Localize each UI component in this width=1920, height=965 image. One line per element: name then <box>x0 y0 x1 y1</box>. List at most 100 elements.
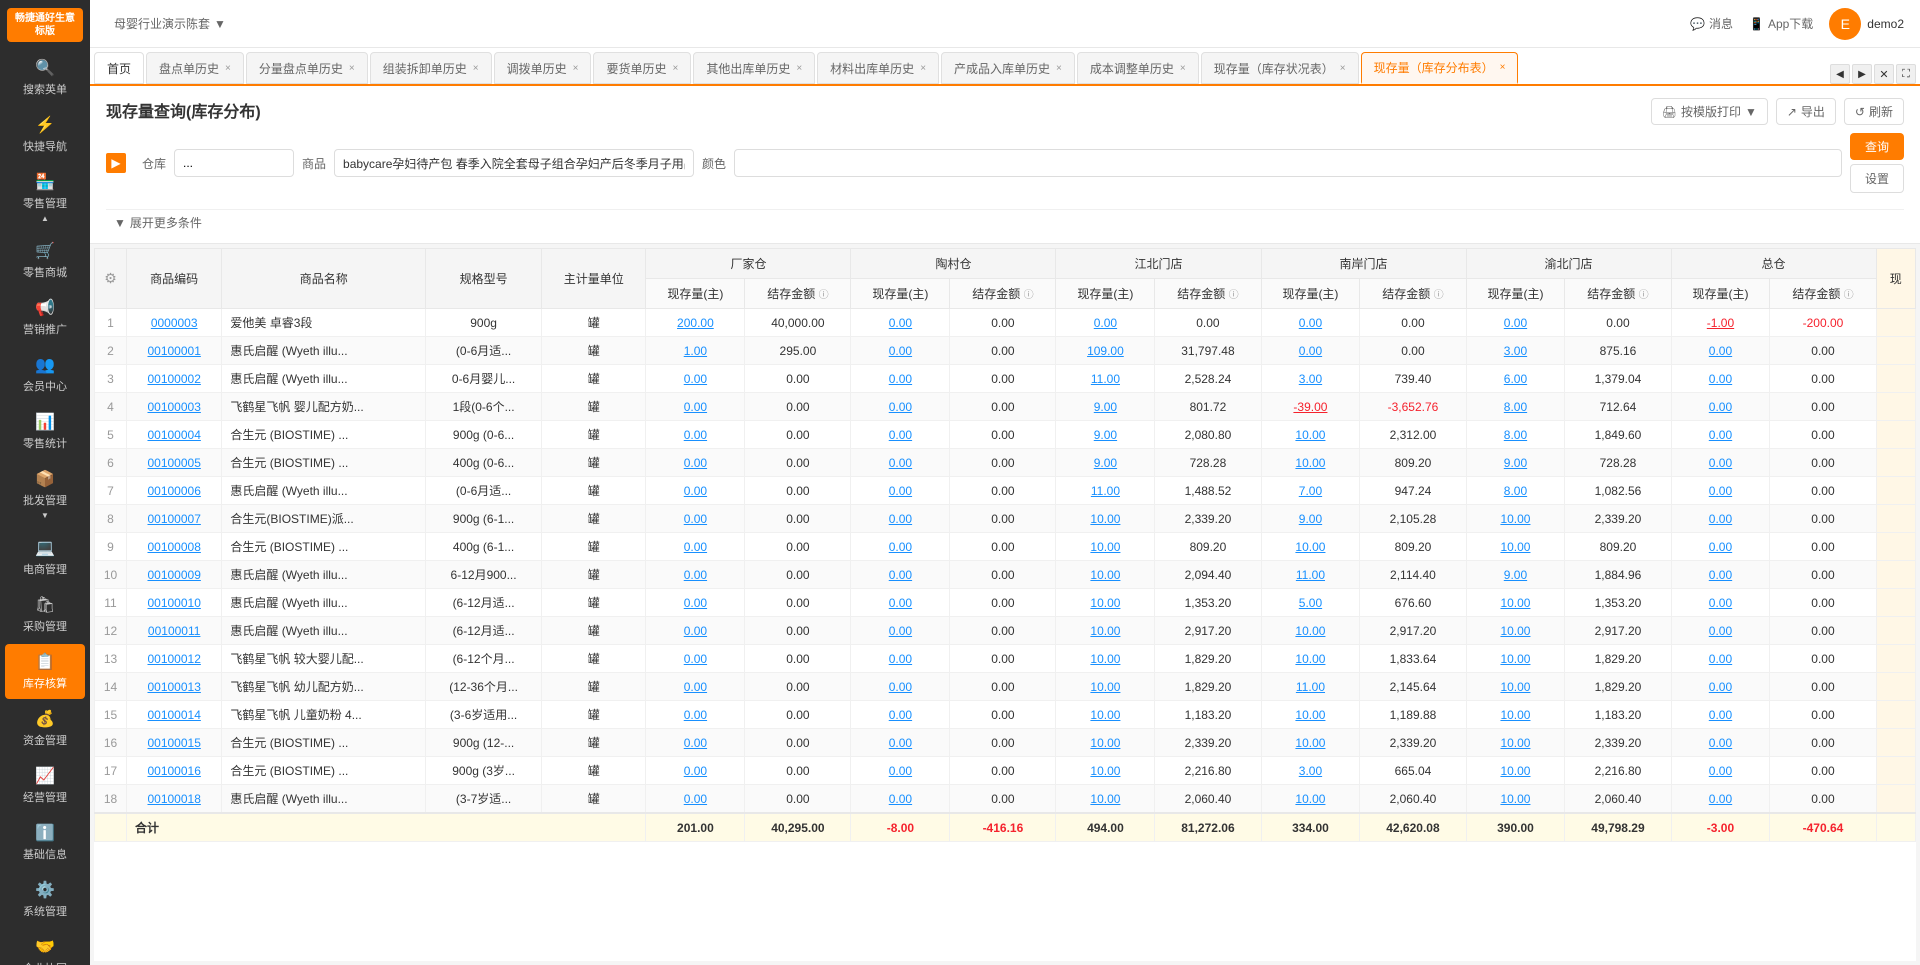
tc-stock[interactable]: 0.00 <box>851 561 950 589</box>
sidebar-item-search[interactable]: 🔍 搜索英单 <box>5 50 85 105</box>
na-stock[interactable]: 0.00 <box>1261 337 1360 365</box>
fg-stock[interactable]: 0.00 <box>646 617 745 645</box>
jb-stock[interactable]: 10.00 <box>1056 505 1155 533</box>
fg-stock[interactable]: 0.00 <box>646 561 745 589</box>
sidebar-item-collab[interactable]: 🤝 企业协同 <box>5 929 85 965</box>
tab-stockcount-history[interactable]: 盘点单历史 × <box>146 52 244 84</box>
na-stock[interactable]: 10.00 <box>1261 421 1360 449</box>
total-stock[interactable]: -1.00 <box>1671 309 1770 337</box>
tc-stock[interactable]: 0.00 <box>851 729 950 757</box>
tab-otherout-history[interactable]: 其他出库单历史 × <box>693 52 815 84</box>
na-stock[interactable]: 11.00 <box>1261 673 1360 701</box>
na-stock[interactable]: 0.00 <box>1261 309 1360 337</box>
yb-stock[interactable]: 10.00 <box>1466 729 1565 757</box>
tc-stock[interactable]: 0.00 <box>851 673 950 701</box>
tab-requisition-history[interactable]: 要货单历史 × <box>593 52 691 84</box>
sidebar-item-wholesale[interactable]: 📦 批发管理 ▼ <box>5 461 85 528</box>
jb-stock[interactable]: 10.00 <box>1056 645 1155 673</box>
tab-close-icon[interactable]: × <box>573 63 579 74</box>
jb-stock[interactable]: 9.00 <box>1056 449 1155 477</box>
jb-stock[interactable]: 10.00 <box>1056 533 1155 561</box>
query-btn[interactable]: 查询 <box>1850 133 1904 160</box>
na-stock[interactable]: 10.00 <box>1261 645 1360 673</box>
color-input[interactable] <box>734 149 1842 177</box>
yb-stock[interactable]: 10.00 <box>1466 533 1565 561</box>
fg-stock[interactable]: 0.00 <box>646 589 745 617</box>
total-stock[interactable]: 0.00 <box>1671 477 1770 505</box>
total-stock[interactable]: 0.00 <box>1671 393 1770 421</box>
product-code[interactable]: 00100016 <box>127 757 222 785</box>
total-stock[interactable]: 0.00 <box>1671 673 1770 701</box>
warehouse-input[interactable] <box>174 149 294 177</box>
jb-stock[interactable]: 10.00 <box>1056 729 1155 757</box>
fg-stock[interactable]: 1.00 <box>646 337 745 365</box>
fg-stock[interactable]: 200.00 <box>646 309 745 337</box>
yb-stock[interactable]: 10.00 <box>1466 785 1565 814</box>
filter-expand-btn[interactable]: ▶ <box>106 153 126 173</box>
jb-stock[interactable]: 9.00 <box>1056 393 1155 421</box>
jb-stock[interactable]: 10.00 <box>1056 785 1155 814</box>
tc-stock[interactable]: 0.00 <box>851 477 950 505</box>
jb-stock[interactable]: 109.00 <box>1056 337 1155 365</box>
product-code[interactable]: 00100007 <box>127 505 222 533</box>
total-stock[interactable]: 0.00 <box>1671 729 1770 757</box>
sidebar-item-members[interactable]: 👥 会员中心 <box>5 347 85 402</box>
sidebar-item-marketing[interactable]: 📢 营销推广 <box>5 290 85 345</box>
product-code[interactable]: 00100002 <box>127 365 222 393</box>
tc-stock[interactable]: 0.00 <box>851 365 950 393</box>
fg-stock[interactable]: 0.00 <box>646 785 745 814</box>
jb-stock[interactable]: 10.00 <box>1056 589 1155 617</box>
total-stock[interactable]: 0.00 <box>1671 337 1770 365</box>
tab-close-icon[interactable]: × <box>672 63 678 74</box>
sidebar-item-quicknav[interactable]: ⚡ 快捷导航 <box>5 107 85 162</box>
tab-transfer-history[interactable]: 调拨单历史 × <box>494 52 592 84</box>
product-code[interactable]: 00100011 <box>127 617 222 645</box>
fg-stock[interactable]: 0.00 <box>646 365 745 393</box>
messages-btn[interactable]: 💬 消息 <box>1690 15 1733 32</box>
export-btn[interactable]: ↗ 导出 <box>1776 98 1836 125</box>
sidebar-item-stats[interactable]: 📊 零售统计 <box>5 404 85 459</box>
yb-stock[interactable]: 10.00 <box>1466 505 1565 533</box>
settings-btn[interactable]: 设置 <box>1850 164 1904 193</box>
na-stock[interactable]: 10.00 <box>1261 533 1360 561</box>
fg-stock[interactable]: 0.00 <box>646 449 745 477</box>
sidebar-item-purchase[interactable]: 🛍 采购管理 <box>5 587 85 642</box>
tc-stock[interactable]: 0.00 <box>851 421 950 449</box>
na-stock[interactable]: 5.00 <box>1261 589 1360 617</box>
sidebar-item-finance[interactable]: 💰 资金管理 <box>5 701 85 756</box>
na-stock[interactable]: 10.00 <box>1261 449 1360 477</box>
jb-stock[interactable]: 11.00 <box>1056 365 1155 393</box>
yb-stock[interactable]: 0.00 <box>1466 309 1565 337</box>
sidebar-item-basic[interactable]: ℹ️ 基础信息 <box>5 815 85 870</box>
print-btn[interactable]: 🖨 按模版打印 ▼ <box>1651 98 1768 125</box>
total-stock[interactable]: 0.00 <box>1671 757 1770 785</box>
yb-stock[interactable]: 10.00 <box>1466 757 1565 785</box>
tc-stock[interactable]: 0.00 <box>851 589 950 617</box>
yb-stock[interactable]: 10.00 <box>1466 617 1565 645</box>
tab-close-icon[interactable]: × <box>1500 62 1506 73</box>
na-stock[interactable]: 3.00 <box>1261 365 1360 393</box>
product-code[interactable]: 00100009 <box>127 561 222 589</box>
total-stock[interactable]: 0.00 <box>1671 561 1770 589</box>
yb-stock[interactable]: 3.00 <box>1466 337 1565 365</box>
na-stock[interactable]: 11.00 <box>1261 561 1360 589</box>
yb-stock[interactable]: 8.00 <box>1466 477 1565 505</box>
tc-stock[interactable]: 0.00 <box>851 449 950 477</box>
product-code[interactable]: 00100015 <box>127 729 222 757</box>
yb-stock[interactable]: 10.00 <box>1466 589 1565 617</box>
yb-stock[interactable]: 9.00 <box>1466 561 1565 589</box>
yb-stock[interactable]: 6.00 <box>1466 365 1565 393</box>
tab-home[interactable]: 首页 <box>94 52 144 84</box>
fg-stock[interactable]: 0.00 <box>646 701 745 729</box>
fg-stock[interactable]: 0.00 <box>646 757 745 785</box>
total-stock[interactable]: 0.00 <box>1671 589 1770 617</box>
fg-stock[interactable]: 0.00 <box>646 533 745 561</box>
refresh-btn[interactable]: ↺ 刷新 <box>1844 98 1904 125</box>
tc-stock[interactable]: 0.00 <box>851 701 950 729</box>
product-code[interactable]: 00100005 <box>127 449 222 477</box>
yb-stock[interactable]: 8.00 <box>1466 393 1565 421</box>
tc-stock[interactable]: 0.00 <box>851 645 950 673</box>
tab-close-icon[interactable]: × <box>1056 63 1062 74</box>
tab-prev-btn[interactable]: ◀ <box>1830 64 1850 84</box>
product-code[interactable]: 00100018 <box>127 785 222 814</box>
